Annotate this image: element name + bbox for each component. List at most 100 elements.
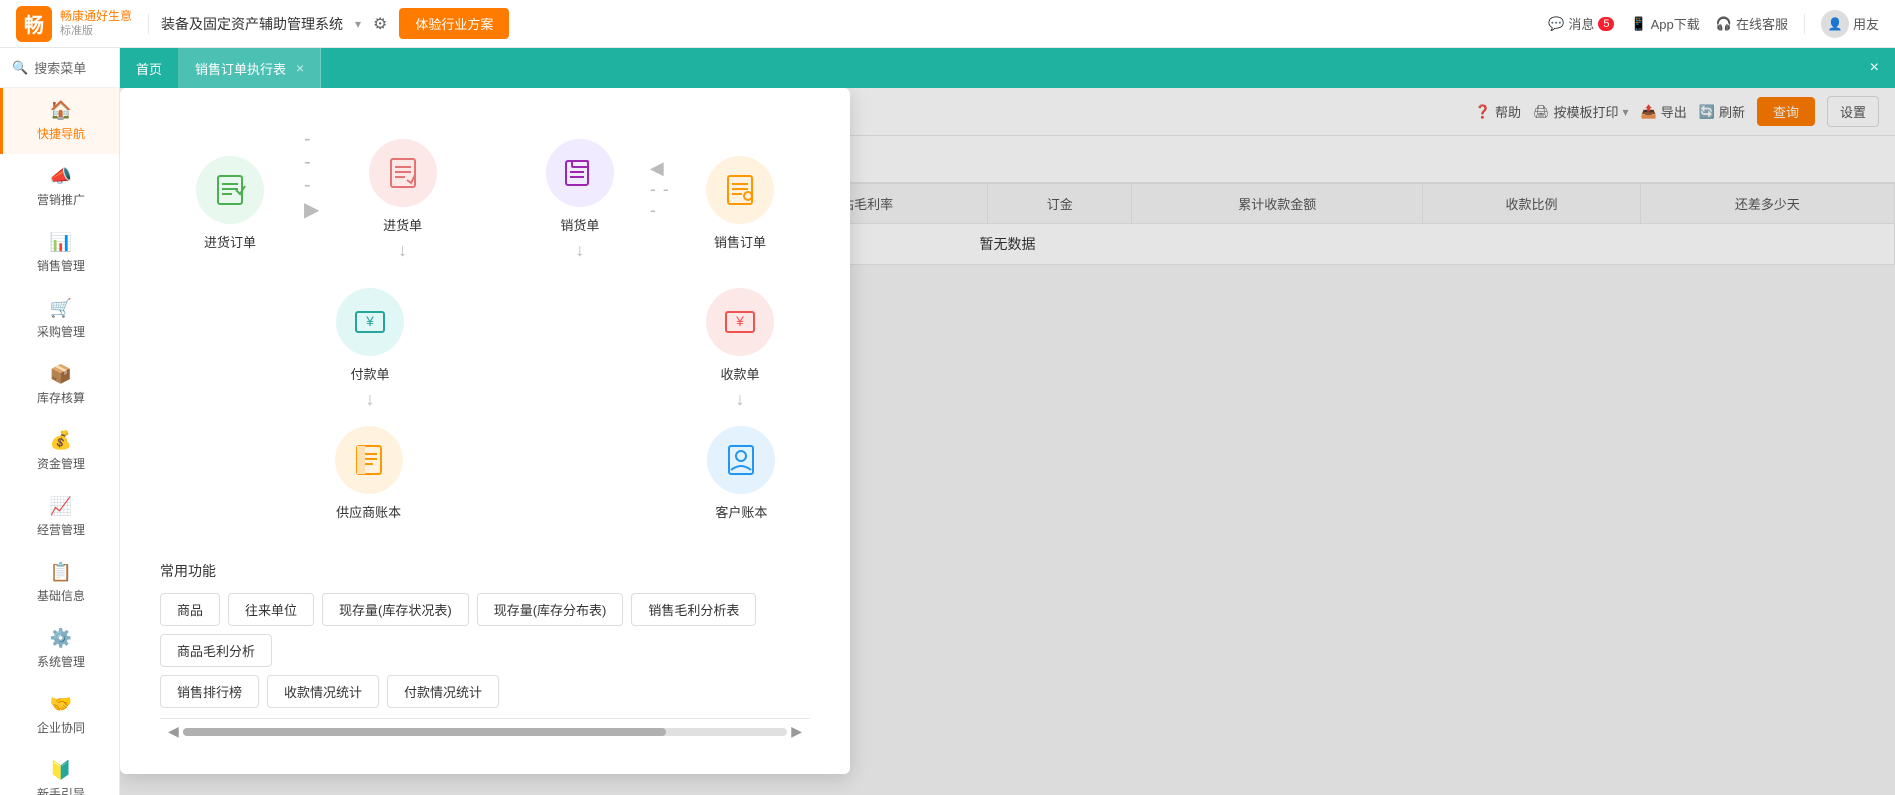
sales-icon: 📊	[50, 232, 72, 253]
sales-bill-circle	[546, 139, 614, 207]
func-buttons-row1: 商品 往来单位 现存量(库存状况表) 现存量(库存分布表) 销售毛利分析表 商品…	[160, 593, 810, 667]
flow-row-bottom: 供应商账本	[300, 426, 810, 521]
avatar: 👤	[1821, 10, 1849, 38]
page-content: ❓ 帮助 🖨 按模板打印 ▾ 📤 导出 🔄 刷新	[120, 88, 1895, 795]
flow-row-middle: ¥ 付款单 ↓	[300, 288, 810, 416]
customer-ledger-icon	[723, 442, 759, 478]
flow-node-payment-bill[interactable]: ¥ 付款单	[300, 288, 440, 383]
common-functions: 常用功能 商品 往来单位 现存量(库存状况表) 现存量(库存分布表) 销售毛利分…	[160, 561, 810, 708]
arrow-sales-order-to-bill: ◀ - - -	[650, 158, 670, 249]
receipt-bill-icon: ¥	[722, 304, 758, 340]
sidebar: 🔍 搜索菜单 🏠 快捷导航 📣 营销推广 📊 销售管理 🛒	[0, 48, 120, 795]
sales-bill-icon	[562, 155, 598, 191]
enterprise-icon: 🤝	[50, 694, 72, 715]
scroll-thumb	[183, 728, 667, 736]
func-buttons-row2: 销售排行榜 收款情况统计 付款情况统计	[160, 675, 810, 708]
flow-col-sales-bill: 销货单 ↓	[510, 139, 650, 267]
purchase-bill-icon	[385, 155, 421, 191]
sidebar-item-sales[interactable]: 📊 销售管理	[0, 220, 119, 286]
top-bar: 畅 畅康通好生意 标准版 装备及固定资产辅助管理系统 ▾ ⚙ 体验行业方案 💬 …	[0, 0, 1895, 48]
svg-text:¥: ¥	[365, 313, 374, 329]
home-icon: 🏠	[50, 100, 72, 121]
sidebar-item-quick-nav[interactable]: 🏠 快捷导航	[0, 88, 119, 154]
finance-icon: 💰	[50, 430, 72, 451]
sales-order-circle	[706, 156, 774, 224]
func-btn-stock-status[interactable]: 现存量(库存状况表)	[322, 593, 469, 626]
arrow-purchase-to-bill: - - - ▶	[304, 128, 329, 278]
tab-close-icon[interactable]: ×	[296, 60, 304, 76]
marketing-icon: 📣	[50, 166, 72, 187]
flow-node-receipt-bill[interactable]: ¥ 收款单	[670, 288, 810, 383]
tab-sales-order[interactable]: 销售订单执行表 ×	[179, 48, 321, 88]
func-btn-stock-dist[interactable]: 现存量(库存分布表)	[477, 593, 624, 626]
sidebar-item-new-guide[interactable]: 🔰 新手引导	[0, 748, 119, 795]
sidebar-item-purchase[interactable]: 🛒 采购管理	[0, 286, 119, 352]
inventory-icon: 📦	[50, 364, 72, 385]
message-btn[interactable]: 💬 消息 5	[1548, 14, 1614, 33]
arrow-purchase-bill-down: ↓	[398, 240, 407, 261]
sidebar-item-marketing[interactable]: 📣 营销推广	[0, 154, 119, 220]
func-btn-payment-stats[interactable]: 付款情况统计	[387, 675, 499, 708]
system-title: 装备及固定资产辅助管理系统	[161, 14, 343, 34]
tab-home[interactable]: 首页	[120, 48, 179, 88]
flow-col-sales-order: 销售订单	[670, 156, 810, 251]
system-dropdown-icon[interactable]: ▾	[355, 17, 361, 31]
sidebar-item-operations[interactable]: 📈 经营管理	[0, 484, 119, 550]
sidebar-item-system[interactable]: ⚙️ 系统管理	[0, 616, 119, 682]
flow-node-purchase-bill[interactable]: 进货单	[333, 139, 473, 234]
new-guide-icon: 🔰	[50, 760, 72, 781]
purchase-bill-circle	[369, 139, 437, 207]
sidebar-item-inventory[interactable]: 📦 库存核算	[0, 352, 119, 418]
sales-order-icon	[722, 172, 758, 208]
app-container: 畅 畅康通好生意 标准版 装备及固定资产辅助管理系统 ▾ ⚙ 体验行业方案 💬 …	[0, 0, 1895, 795]
func-btn-receipt-stats[interactable]: 收款情况统计	[267, 675, 379, 708]
sidebar-item-finance[interactable]: 💰 资金管理	[0, 418, 119, 484]
scroll-right-arrow[interactable]: ▶	[791, 723, 802, 740]
func-btn-contacts[interactable]: 往来单位	[228, 593, 314, 626]
svg-text:¥: ¥	[735, 313, 744, 329]
main-area: 🔍 搜索菜单 🏠 快捷导航 📣 营销推广 📊 销售管理 🛒	[0, 48, 1895, 795]
flow-col-payment-bill: ¥ 付款单 ↓	[300, 288, 440, 416]
sidebar-item-base-info[interactable]: 📋 基础信息	[0, 550, 119, 616]
func-btn-sales-ranking[interactable]: 销售排行榜	[160, 675, 259, 708]
flow-node-purchase-order[interactable]: 进货订单	[160, 156, 300, 251]
online-service-btn[interactable]: 🎧 在线客服	[1716, 14, 1788, 33]
app-download-btn[interactable]: 📱 App下载	[1630, 14, 1699, 33]
purchase-icon: 🛒	[50, 298, 72, 319]
flow-node-supplier-ledger[interactable]: 供应商账本	[300, 426, 437, 521]
func-btn-sales-gross[interactable]: 销售毛利分析表	[631, 593, 756, 626]
flow-col-purchase-bill: 进货单 ↓	[333, 139, 473, 267]
customer-ledger-circle	[707, 426, 775, 494]
message-badge: 5	[1598, 17, 1614, 31]
supplier-ledger-circle	[335, 426, 403, 494]
logo-icon: 畅	[16, 6, 52, 42]
flow-col-receipt-bill: ¥ 收款单 ↓	[670, 288, 810, 416]
divider-2	[1804, 14, 1805, 34]
flow-row-top: 进货订单 - - - ▶	[160, 128, 810, 278]
scroll-track[interactable]	[183, 728, 787, 736]
scroll-left-arrow[interactable]: ◀	[168, 723, 179, 740]
search-icon: 🔍	[12, 60, 28, 76]
divider-1	[148, 14, 149, 34]
func-btn-product-gross[interactable]: 商品毛利分析	[160, 634, 272, 667]
app-download-icon: 📱	[1630, 16, 1646, 32]
tab-bar: 首页 销售订单执行表 × ×	[120, 48, 1895, 88]
flow-node-sales-order[interactable]: 销售订单	[670, 156, 810, 251]
common-functions-title: 常用功能	[160, 561, 810, 581]
settings-icon[interactable]: ⚙	[373, 14, 387, 34]
message-icon: 💬	[1548, 16, 1564, 32]
flow-node-customer-ledger[interactable]: 客户账本	[673, 426, 810, 521]
trial-btn[interactable]: 体验行业方案	[399, 8, 509, 39]
sidebar-item-enterprise[interactable]: 🤝 企业协同	[0, 682, 119, 748]
supplier-ledger-icon	[351, 442, 387, 478]
flow-node-sales-bill[interactable]: 销货单	[510, 139, 650, 234]
func-btn-product[interactable]: 商品	[160, 593, 220, 626]
tab-bar-close-btn[interactable]: ×	[1854, 59, 1895, 77]
flow-col-purchase-order: 进货订单	[160, 156, 300, 251]
arrow-receipt-bill-down: ↓	[736, 389, 745, 410]
user-menu-btn[interactable]: 👤 用友	[1821, 10, 1879, 38]
system-icon: ⚙️	[50, 628, 72, 649]
search-menu-btn[interactable]: 🔍 搜索菜单	[0, 48, 119, 88]
flow-diagram: 进货订单 - - - ▶	[160, 118, 810, 541]
purchase-order-circle	[196, 156, 264, 224]
